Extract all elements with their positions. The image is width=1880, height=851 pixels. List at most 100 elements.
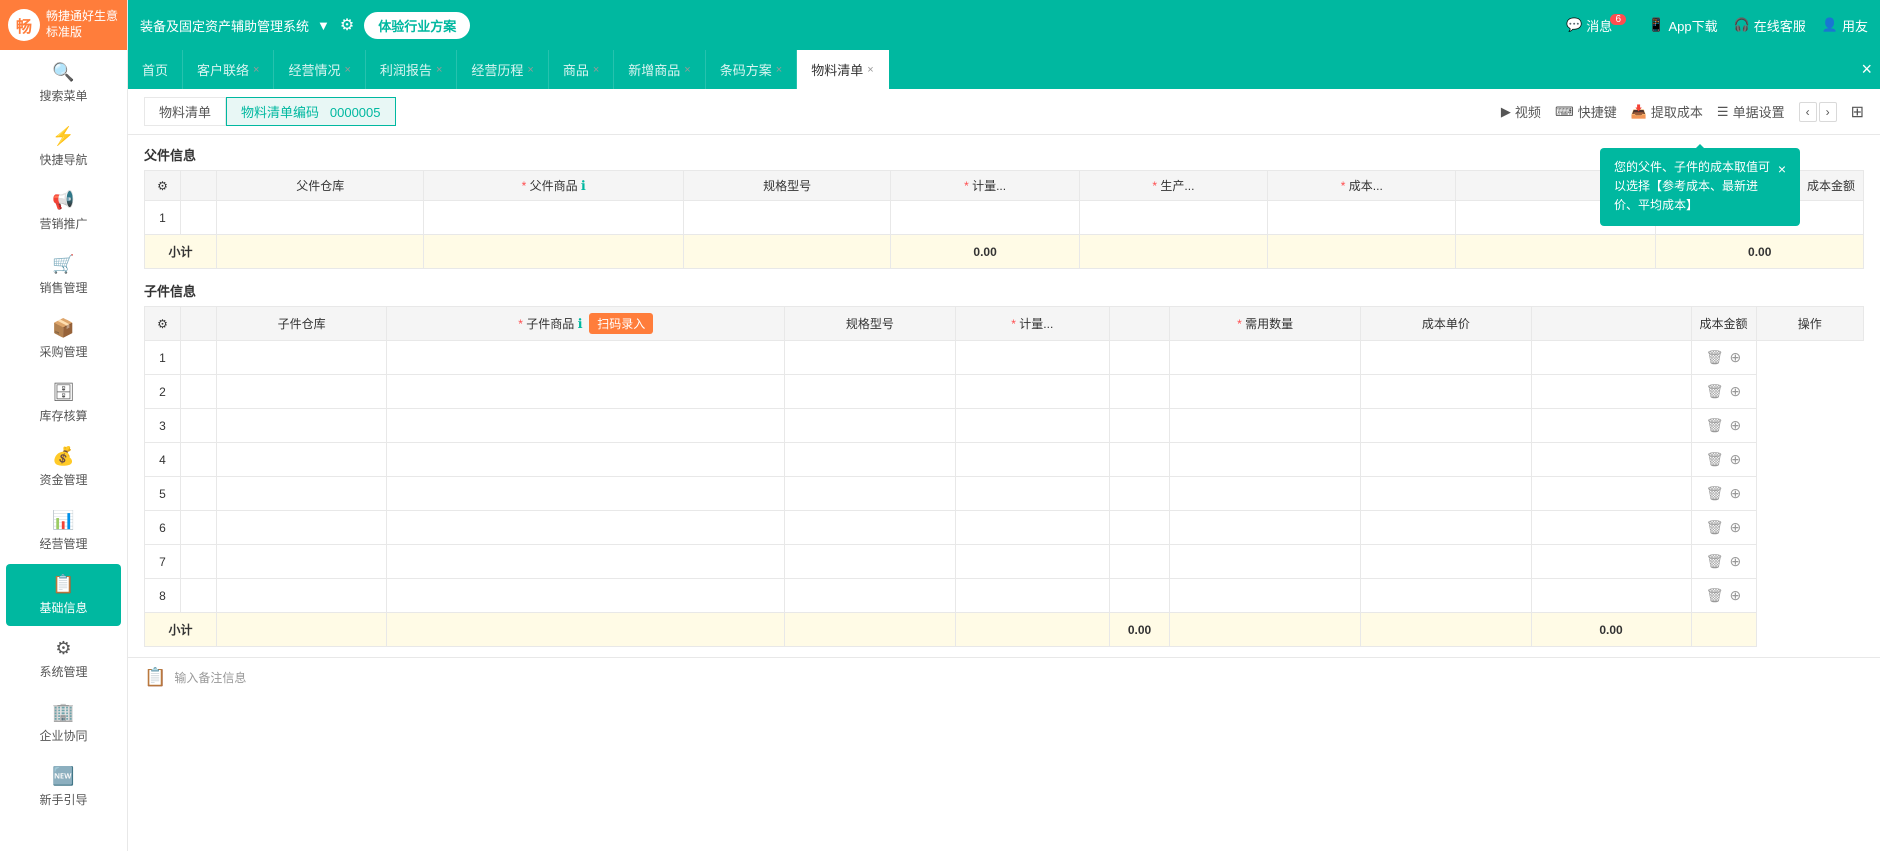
online-service-btn[interactable]: 🎧 在线客服 — [1734, 16, 1806, 35]
child-row8-goods[interactable] — [217, 579, 387, 613]
child-row6-goods[interactable] — [217, 511, 387, 545]
child-row6-unit-price[interactable] — [1170, 511, 1361, 545]
child-row3-goods[interactable] — [217, 409, 387, 443]
child-row6-warehouse[interactable] — [181, 511, 217, 545]
copy-icon-2[interactable]: ⊕ — [1730, 383, 1742, 400]
gear-icon[interactable]: ⚙ — [340, 15, 354, 35]
child-row4-goods[interactable] — [217, 443, 387, 477]
experience-btn[interactable]: 体验行业方案 — [364, 12, 470, 39]
parent-th-settings[interactable]: ⚙ — [145, 171, 181, 201]
sidebar-item-purchase[interactable]: 📦采购管理 — [6, 308, 121, 370]
child-row3-spec[interactable] — [387, 409, 785, 443]
child-row2-warehouse[interactable] — [181, 375, 217, 409]
child-row7-spec[interactable] — [387, 545, 785, 579]
tab-close-barcode[interactable]: × — [776, 64, 782, 76]
child-row4-spec[interactable] — [387, 443, 785, 477]
copy-icon-3[interactable]: ⊕ — [1730, 417, 1742, 434]
child-th-settings[interactable]: ⚙ — [145, 307, 181, 341]
child-row2-unit-price[interactable] — [1170, 375, 1361, 409]
child-row1-needed-qty[interactable] — [1110, 341, 1170, 375]
child-row5-unit-price[interactable] — [1170, 477, 1361, 511]
sub-tab-detail[interactable]: 物料清单编码 0000005 — [226, 97, 395, 126]
child-row5-needed-qty[interactable] — [1110, 477, 1170, 511]
child-row2-spec[interactable] — [387, 375, 785, 409]
tab-close-bom[interactable]: × — [867, 64, 873, 76]
nav-tab-new-goods[interactable]: 新增商品 × — [614, 50, 705, 89]
child-row7-unit-price[interactable] — [1170, 545, 1361, 579]
child-row5-goods[interactable] — [217, 477, 387, 511]
child-row3-unit-price[interactable] — [1170, 409, 1361, 443]
child-row7-warehouse[interactable] — [181, 545, 217, 579]
sidebar-item-inventory[interactable]: 🗄库存核算 — [6, 372, 121, 434]
sidebar-item-guide[interactable]: 🆕新手引导 — [6, 756, 121, 818]
sidebar-item-search[interactable]: 🔍搜索菜单 — [6, 52, 121, 114]
child-row5-warehouse[interactable] — [181, 477, 217, 511]
nav-tab-bom[interactable]: 物料清单 × — [797, 50, 888, 89]
delete-icon-5[interactable]: 🗑 — [1706, 485, 1724, 502]
copy-icon-4[interactable]: ⊕ — [1730, 451, 1742, 468]
child-row3-warehouse[interactable] — [181, 409, 217, 443]
delete-icon-7[interactable]: 🗑 — [1706, 553, 1724, 570]
child-row5-spec[interactable] — [387, 477, 785, 511]
tab-close-customer[interactable]: × — [253, 64, 259, 76]
single-settings-btn[interactable]: ☰ 单据设置 — [1717, 102, 1785, 121]
child-row2-goods[interactable] — [217, 375, 387, 409]
user-btn[interactable]: 👤 用友 — [1822, 16, 1868, 35]
copy-icon-6[interactable]: ⊕ — [1730, 519, 1742, 536]
sidebar-item-system[interactable]: ⚙系统管理 — [6, 628, 121, 690]
delete-icon-1[interactable]: 🗑 — [1706, 349, 1724, 366]
child-row4-unit[interactable] — [785, 443, 955, 477]
shortcut-btn[interactable]: ⌨ 快捷键 — [1555, 102, 1617, 121]
app-download-btn[interactable]: 📱 App下载 — [1648, 16, 1717, 35]
child-row1-unit[interactable] — [785, 341, 955, 375]
parent-row1-production[interactable] — [1079, 201, 1267, 235]
child-row8-spec[interactable] — [387, 579, 785, 613]
delete-icon-4[interactable]: 🗑 — [1706, 451, 1724, 468]
child-row4-warehouse[interactable] — [181, 443, 217, 477]
child-row7-unit[interactable] — [785, 545, 955, 579]
tab-close-profit[interactable]: × — [436, 64, 442, 76]
parent-row1-cost[interactable] — [1268, 201, 1456, 235]
sidebar-item-operation[interactable]: 📊经营管理 — [6, 500, 121, 562]
view-btn[interactable]: ▶ 视频 — [1501, 102, 1541, 121]
next-arrow[interactable]: › — [1819, 102, 1837, 122]
sidebar-item-quick-nav[interactable]: ⚡快捷导航 — [6, 116, 121, 178]
parent-row1-warehouse[interactable] — [217, 201, 424, 235]
child-row8-needed-qty[interactable] — [1110, 579, 1170, 613]
child-row6-unit[interactable] — [785, 511, 955, 545]
nav-tab-customer[interactable]: 客户联络 × — [183, 50, 274, 89]
nav-tab-profit[interactable]: 利润报告 × — [366, 50, 457, 89]
child-row3-needed-qty[interactable] — [1110, 409, 1170, 443]
nav-tab-home[interactable]: 首页 — [128, 50, 183, 89]
tab-close-history[interactable]: × — [527, 64, 533, 76]
child-row3-unit[interactable] — [785, 409, 955, 443]
child-row1-spec[interactable] — [387, 341, 785, 375]
child-row2-needed-qty[interactable] — [1110, 375, 1170, 409]
sidebar-item-sales[interactable]: 🛒销售管理 — [6, 244, 121, 306]
child-row8-warehouse[interactable] — [181, 579, 217, 613]
copy-icon-5[interactable]: ⊕ — [1730, 485, 1742, 502]
parent-row1-spec[interactable] — [683, 201, 890, 235]
child-row1-goods[interactable] — [217, 341, 387, 375]
child-row8-unit-price[interactable] — [1170, 579, 1361, 613]
close-all-tabs-btn[interactable]: × — [1853, 59, 1880, 80]
nav-tab-operations[interactable]: 经营情况 × — [274, 50, 365, 89]
parent-row1-goods[interactable] — [424, 201, 683, 235]
sidebar-item-basic-info[interactable]: 📋基础信息 — [6, 564, 121, 626]
system-dropdown-btn[interactable]: ▼ — [317, 18, 330, 33]
notes-text[interactable]: 输入备注信息 — [174, 669, 246, 686]
child-row1-unit-price[interactable] — [1170, 341, 1361, 375]
delete-icon-6[interactable]: 🗑 — [1706, 519, 1724, 536]
sidebar-item-finance[interactable]: 💰资金管理 — [6, 436, 121, 498]
copy-icon-8[interactable]: ⊕ — [1730, 587, 1742, 604]
sub-tab-list[interactable]: 物料清单 — [144, 97, 226, 126]
nav-tab-history[interactable]: 经营历程 × — [457, 50, 548, 89]
parent-row1-unit[interactable] — [891, 201, 1079, 235]
tab-close-new-goods[interactable]: × — [684, 64, 690, 76]
sidebar-item-enterprise[interactable]: 🏢企业协同 — [6, 692, 121, 754]
child-row8-unit[interactable] — [785, 579, 955, 613]
copy-icon-1[interactable]: ⊕ — [1730, 349, 1742, 366]
tab-close-operations[interactable]: × — [344, 64, 350, 76]
child-row1-warehouse[interactable] — [181, 341, 217, 375]
delete-icon-3[interactable]: 🗑 — [1706, 417, 1724, 434]
